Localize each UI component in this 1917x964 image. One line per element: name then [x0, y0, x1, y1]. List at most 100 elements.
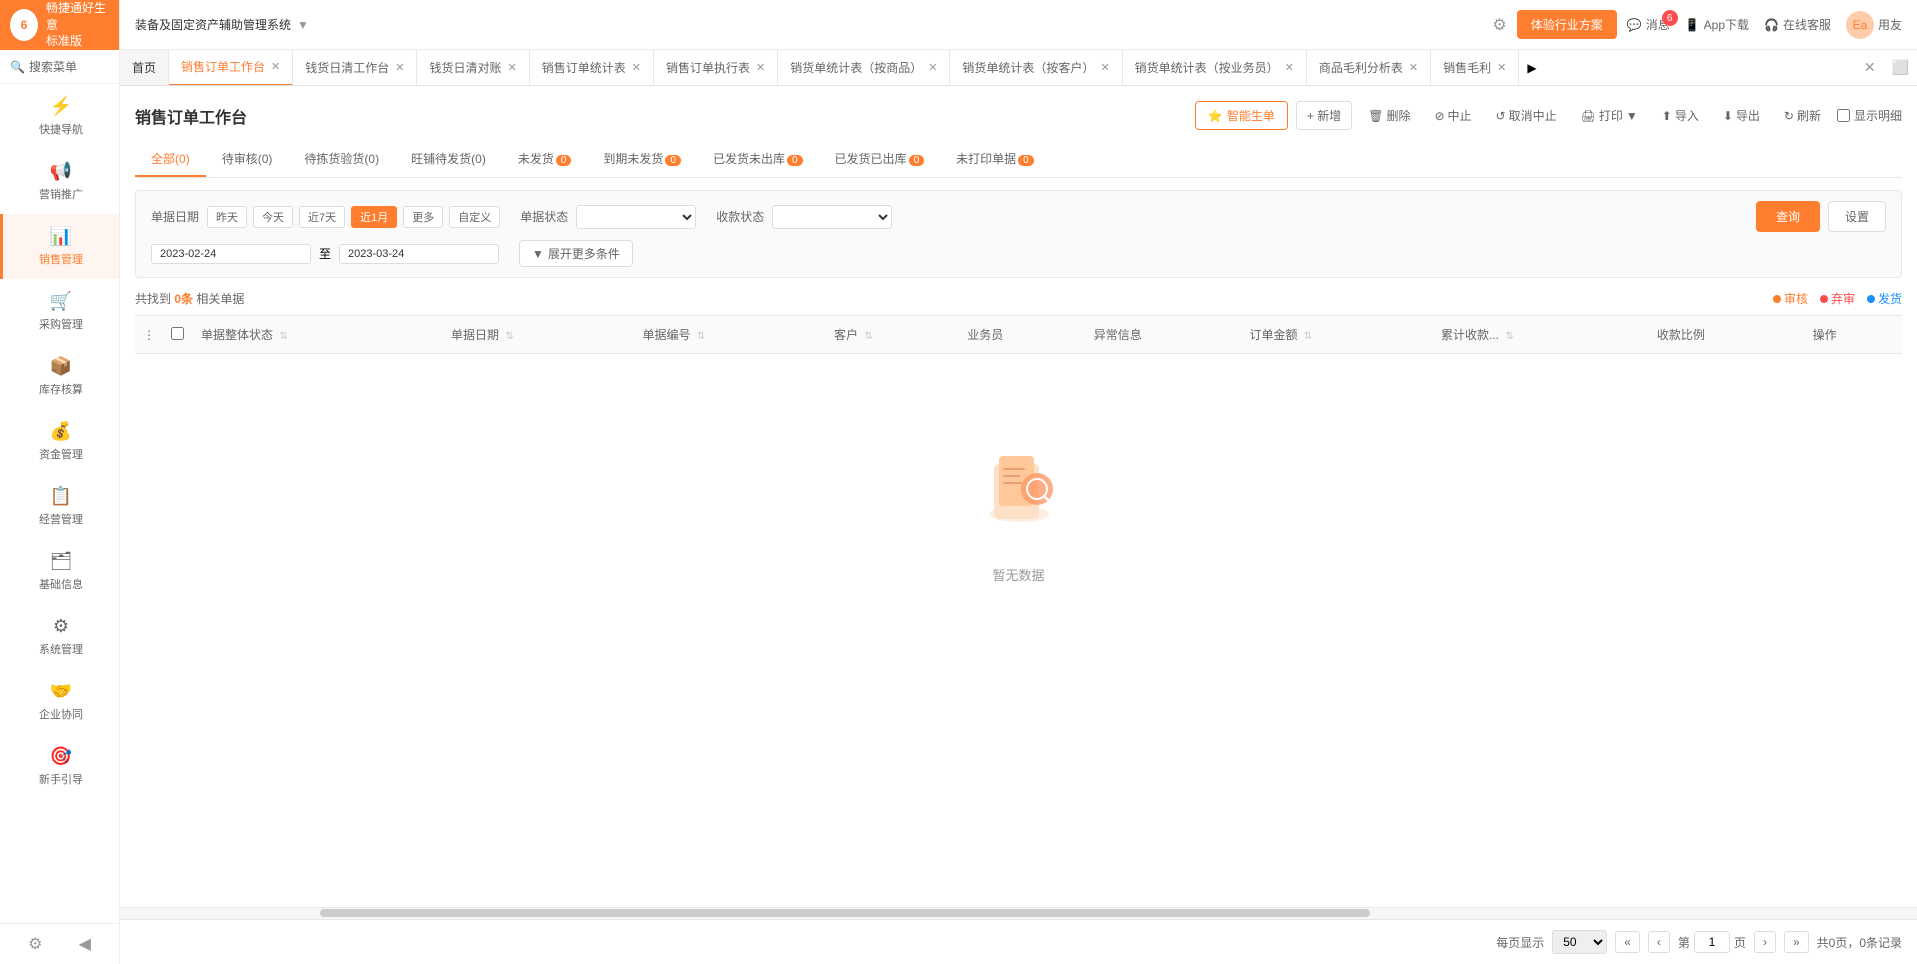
tab-sales-workbench[interactable]: 销售订单工作台 ✕	[169, 50, 293, 86]
show-detail-input[interactable]	[1837, 109, 1850, 122]
last-page-btn[interactable]: »	[1784, 931, 1809, 953]
content-inner: 销售订单工作台 ⭐ 智能生单 + 新增 🗑 删除 ⊘ 中止	[120, 86, 1917, 907]
th-checkbox	[163, 316, 193, 354]
ship-action-btn[interactable]: 发货	[1867, 290, 1902, 307]
next-page-btn[interactable]: ›	[1754, 931, 1776, 953]
tab-cash-reconcile[interactable]: 钱货日清对账 ✕	[417, 50, 529, 86]
add-button[interactable]: + 新增	[1296, 101, 1352, 130]
tab-close-sales-exec[interactable]: ✕	[756, 61, 765, 74]
user-menu-btn[interactable]: Ea 用友	[1846, 11, 1902, 39]
th-received: 累计收款... ⇅	[1433, 316, 1649, 354]
status-select[interactable]	[576, 205, 696, 229]
topbar-gear-icon[interactable]: ⚙	[1492, 15, 1506, 35]
filter-tab-pending-inspect[interactable]: 待拣货验货(0)	[288, 142, 395, 177]
tab-sales-profit[interactable]: 销售毛利 ✕	[1431, 50, 1519, 86]
tab-sales-summary-product[interactable]: 销货单统计表（按商品） ✕	[778, 50, 950, 86]
sidebar-item-guide[interactable]: 🎯 新手引导	[0, 734, 119, 799]
page-size-select[interactable]: 50 20 100	[1552, 930, 1607, 954]
sort-icon-status[interactable]: ⇅	[279, 331, 287, 342]
sidebar-item-operations[interactable]: 📋 经营管理	[0, 474, 119, 539]
print-button[interactable]: 🖨 打印 ▼	[1573, 102, 1646, 129]
industry-solution-button[interactable]: 体验行业方案	[1517, 10, 1617, 39]
tab-sales-stats[interactable]: 销售订单统计表 ✕	[530, 50, 654, 86]
date-btn-7days[interactable]: 近7天	[299, 206, 345, 228]
tab-close-cash-reconcile[interactable]: ✕	[508, 61, 517, 74]
payment-select[interactable]	[772, 205, 892, 229]
sidebar-item-purchase[interactable]: 🛒 采购管理	[0, 279, 119, 344]
sort-icon-customer[interactable]: ⇅	[864, 331, 872, 342]
tab-cash-daily[interactable]: 钱货日清工作台 ✕	[293, 50, 417, 86]
setting-button[interactable]: 设置	[1828, 201, 1886, 232]
tab-close-sales-workbench[interactable]: ✕	[271, 60, 280, 73]
cancel-suspend-button[interactable]: ↺ 取消中止	[1488, 102, 1565, 129]
filter-tab-all[interactable]: 全部(0)	[135, 142, 206, 177]
horizontal-scrollbar[interactable]	[120, 907, 1917, 919]
message-btn[interactable]: 💬 消息 6	[1627, 16, 1670, 33]
sort-icon-amount[interactable]: ⇅	[1304, 331, 1312, 342]
star-icon: ⭐	[1208, 109, 1223, 123]
review-action-btn[interactable]: 审核	[1773, 290, 1808, 307]
sidebar-item-finance[interactable]: 💰 资金管理	[0, 409, 119, 474]
smart-gen-button[interactable]: ⭐ 智能生单	[1195, 101, 1288, 130]
cancel-review-action-btn[interactable]: 弃审	[1820, 290, 1855, 307]
sidebar-item-quick-nav[interactable]: ⚡ 快捷导航	[0, 84, 119, 149]
tab-close-sales-summary-product[interactable]: ✕	[928, 61, 937, 74]
tab-close-sales-profit[interactable]: ✕	[1497, 61, 1506, 74]
sidebar-item-system[interactable]: ⚙ 系统管理	[0, 604, 119, 669]
filter-tab-shipped-out[interactable]: 已发货已出库0	[819, 142, 941, 177]
filter-tab-wangpu-pending[interactable]: 旺铺待发货(0)	[395, 142, 502, 177]
scroll-thumb[interactable]	[320, 909, 1370, 917]
import-button[interactable]: ⬆ 导入	[1654, 102, 1707, 129]
date-to-input[interactable]	[339, 244, 499, 264]
sidebar-item-base-info[interactable]: 🗂 基础信息	[0, 539, 119, 604]
sort-icon-received[interactable]: ⇅	[1505, 331, 1513, 342]
sidebar-item-enterprise[interactable]: 🤝 企业协同	[0, 669, 119, 734]
sidebar-collapse-btn[interactable]: ◀	[79, 934, 91, 954]
show-detail-checkbox[interactable]: 显示明细	[1837, 107, 1902, 124]
tab-close-cash-daily[interactable]: ✕	[395, 61, 404, 74]
first-page-btn[interactable]: «	[1615, 931, 1640, 953]
refresh-button[interactable]: ↻ 刷新	[1776, 102, 1829, 129]
expand-conditions-btn[interactable]: ▼ 展开更多条件	[519, 240, 633, 267]
date-from-input[interactable]	[151, 244, 311, 264]
date-btn-yesterday[interactable]: 昨天	[207, 206, 247, 228]
online-service-btn[interactable]: 🎧 在线客服	[1764, 16, 1831, 33]
filter-tab-pending-review[interactable]: 待审核(0)	[206, 142, 289, 177]
tab-close-sales-stats[interactable]: ✕	[632, 61, 641, 74]
tabbar-close-btn[interactable]: ✕	[1856, 50, 1884, 86]
sort-icon-number[interactable]: ⇅	[697, 331, 705, 342]
tab-close-sales-summary-staff[interactable]: ✕	[1285, 61, 1294, 74]
cancel-review-dot	[1820, 295, 1828, 303]
page-number-input[interactable]	[1694, 931, 1730, 953]
sidebar-item-inventory[interactable]: 📦 库存核算	[0, 344, 119, 409]
app-download-btn[interactable]: 📱 App下载	[1685, 16, 1749, 33]
date-btn-1month[interactable]: 近1月	[351, 206, 397, 228]
tab-close-margin-analysis[interactable]: ✕	[1409, 61, 1418, 74]
filter-tab-shipped-no-out[interactable]: 已发货未出库0	[697, 142, 819, 177]
filter-tab-not-printed[interactable]: 未打印单据0	[940, 142, 1050, 177]
date-btn-more[interactable]: 更多	[403, 206, 443, 228]
filter-tab-not-shipped[interactable]: 未发货0	[502, 142, 588, 177]
tabbar-restore-btn[interactable]: ⬜	[1884, 50, 1917, 86]
sidebar-search[interactable]: 🔍 搜索菜单	[0, 50, 119, 84]
filter-tab-overdue-ship[interactable]: 到期未发货0	[587, 142, 697, 177]
tabbar-more-btn[interactable]: ▶	[1519, 61, 1544, 75]
export-button[interactable]: ⬇ 导出	[1715, 102, 1768, 129]
tab-close-sales-summary-customer[interactable]: ✕	[1100, 61, 1109, 74]
suspend-button[interactable]: ⊘ 中止	[1426, 102, 1479, 129]
sidebar-item-marketing[interactable]: 📢 营销推广	[0, 149, 119, 214]
prev-page-btn[interactable]: ‹	[1648, 931, 1670, 953]
tab-sales-summary-customer[interactable]: 销货单统计表（按客户） ✕	[950, 50, 1122, 86]
sort-icon-date[interactable]: ⇅	[505, 331, 513, 342]
date-btn-today[interactable]: 今天	[253, 206, 293, 228]
query-button[interactable]: 查询	[1756, 201, 1820, 232]
sidebar-item-sales[interactable]: 📊 销售管理	[0, 214, 119, 279]
tab-home[interactable]: 首页	[120, 50, 169, 86]
select-all-checkbox[interactable]	[171, 327, 184, 340]
tab-sales-summary-staff[interactable]: 销货单统计表（按业务员） ✕	[1123, 50, 1307, 86]
tab-sales-exec[interactable]: 销售订单执行表 ✕	[654, 50, 778, 86]
delete-button[interactable]: 🗑 删除	[1360, 102, 1418, 129]
sidebar-settings-btn[interactable]: ⚙	[28, 934, 42, 954]
tab-margin-analysis[interactable]: 商品毛利分析表 ✕	[1307, 50, 1431, 86]
date-btn-custom[interactable]: 自定义	[449, 206, 500, 228]
